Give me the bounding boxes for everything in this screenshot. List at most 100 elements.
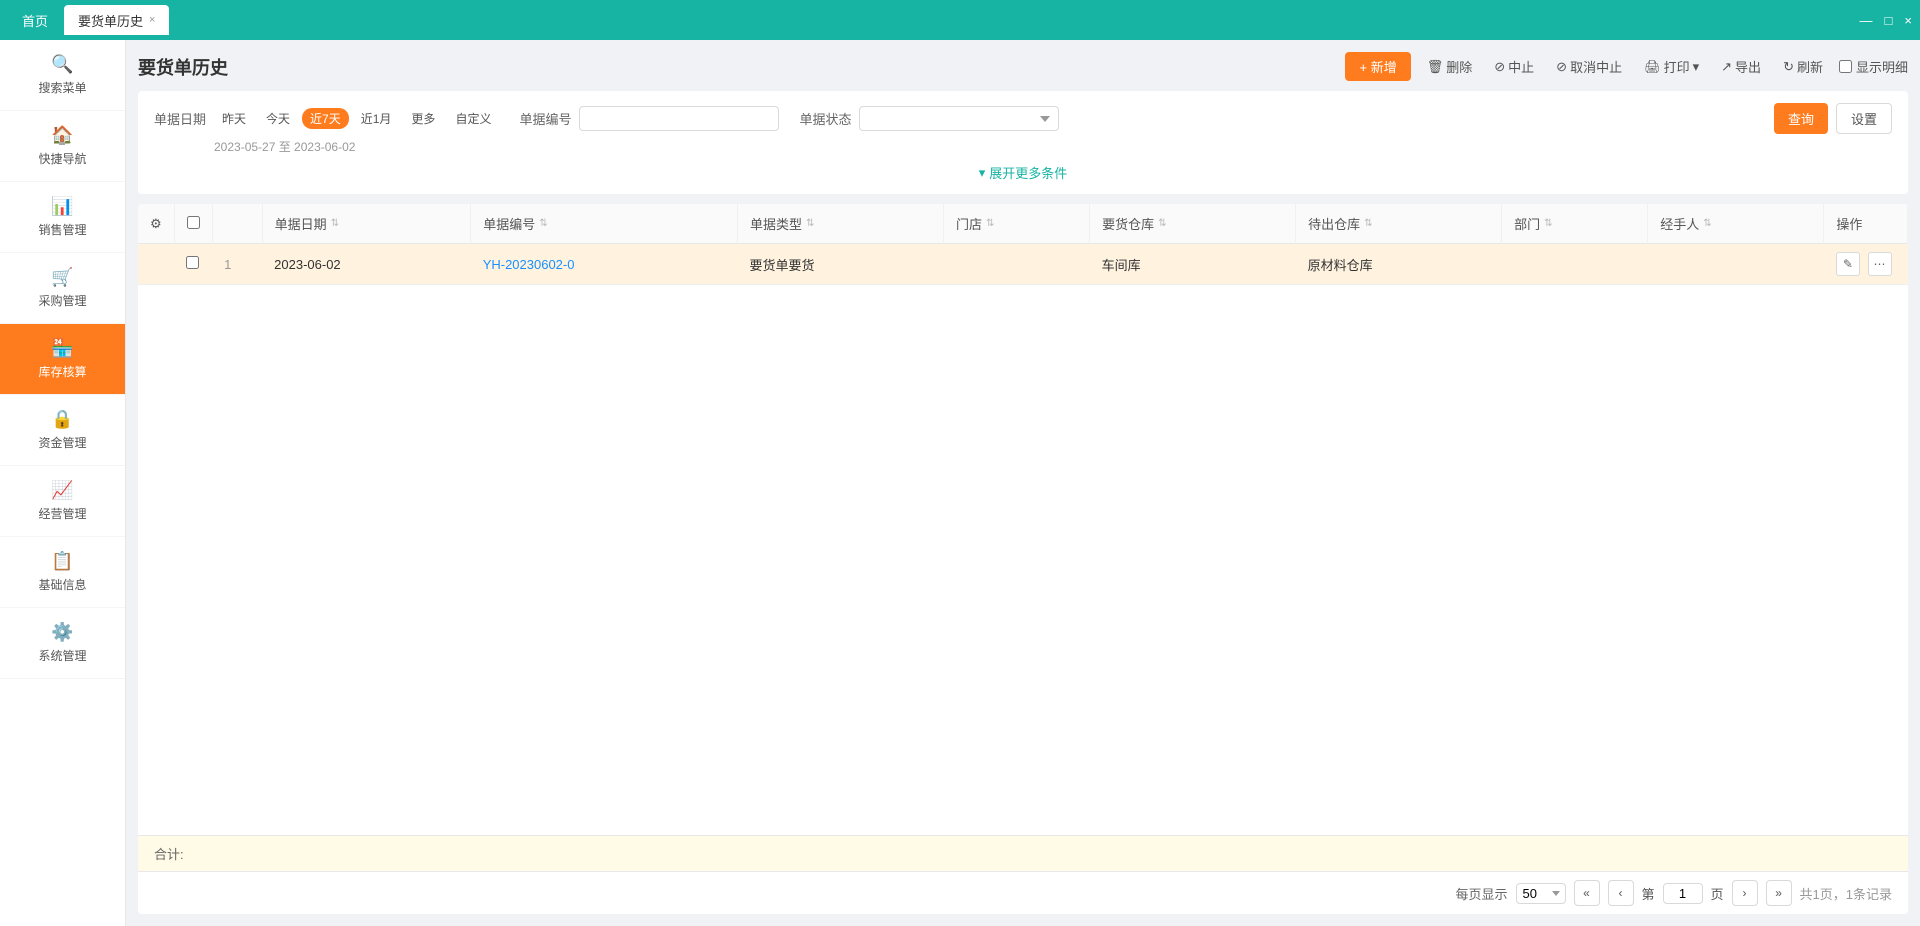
date-btn-yesterday[interactable]: 昨天 xyxy=(214,108,254,129)
td-store xyxy=(944,244,1090,285)
docstatus-filter-select[interactable] xyxy=(859,106,1059,131)
sidebar-item-inventory-calc[interactable]: 🏪 库存核算 xyxy=(0,324,125,395)
sidebar-item-asset-mgmt[interactable]: 🔒 资金管理 xyxy=(0,395,125,466)
sidebar-item-basic-info[interactable]: 📋 基础信息 xyxy=(0,537,125,608)
th-docno-label: 单据编号 xyxy=(483,214,535,233)
page-num-input[interactable] xyxy=(1663,883,1703,904)
docno-filter-input[interactable] xyxy=(579,106,779,131)
refresh-button[interactable]: ↻ 刷新 xyxy=(1777,53,1829,80)
date-btn-more[interactable]: 更多 xyxy=(403,108,443,129)
row-edit-button[interactable]: ✎ xyxy=(1836,252,1860,276)
tab-home-label: 首页 xyxy=(22,11,48,30)
td-checkbox[interactable] xyxy=(174,244,212,285)
sidebar: 🔍 搜索菜单 🏠 快捷导航 📊 销售管理 🛒 采购管理 🏪 库存核算 🔒 资金管… xyxy=(0,40,126,926)
th-pending-warehouse[interactable]: 待出仓库⇅ xyxy=(1296,204,1502,244)
summary-label: 合计: xyxy=(154,844,184,863)
main-layout: 🔍 搜索菜单 🏠 快捷导航 📊 销售管理 🛒 采购管理 🏪 库存核算 🔒 资金管… xyxy=(0,40,1920,926)
page-prev-button[interactable]: ‹ xyxy=(1608,880,1634,906)
td-pending-warehouse: 原材料仓库 xyxy=(1296,244,1502,285)
page-size-select[interactable]: 50 20 100 200 xyxy=(1516,883,1566,904)
th-date[interactable]: 单据日期⇅ xyxy=(262,204,471,244)
sort-handler-icon: ⇅ xyxy=(1703,218,1711,229)
query-button[interactable]: 查询 xyxy=(1774,103,1828,134)
select-all-checkbox[interactable] xyxy=(187,216,200,229)
expand-more-btn[interactable]: ▾ 展开更多条件 xyxy=(154,163,1892,182)
page-last-button[interactable]: » xyxy=(1766,880,1792,906)
th-store[interactable]: 门店⇅ xyxy=(944,204,1090,244)
row-more-button[interactable]: ⋯ xyxy=(1868,252,1892,276)
window-minimize[interactable]: — xyxy=(1860,13,1873,28)
display-detail-checkbox[interactable] xyxy=(1839,60,1852,73)
table-container: ⚙ 单据日期⇅ 单据编号⇅ 单 xyxy=(138,204,1908,914)
sidebar-item-search-menu[interactable]: 🔍 搜索菜单 xyxy=(0,40,125,111)
page-first-button[interactable]: « xyxy=(1574,880,1600,906)
sidebar-item-sales-mgmt[interactable]: 📊 销售管理 xyxy=(0,182,125,253)
print-icon: 🖨 xyxy=(1644,59,1661,75)
sales-mgmt-icon: 📊 xyxy=(51,196,73,217)
display-detail-label-text: 显示明细 xyxy=(1856,57,1908,76)
cancel-suspend-button[interactable]: ⊘ 取消中止 xyxy=(1550,53,1628,80)
th-num xyxy=(212,204,262,244)
window-close[interactable]: × xyxy=(1904,13,1912,28)
th-doctype[interactable]: 单据类型⇅ xyxy=(738,204,944,244)
sidebar-item-label: 搜索菜单 xyxy=(38,79,86,96)
th-handler[interactable]: 经手人⇅ xyxy=(1648,204,1824,244)
settings-button[interactable]: 设置 xyxy=(1836,103,1892,134)
sidebar-item-label: 资金管理 xyxy=(38,434,86,451)
export-label: 导出 xyxy=(1735,57,1761,76)
docno-filter-label: 单据编号 xyxy=(519,109,571,128)
suspend-button[interactable]: ⊘ 中止 xyxy=(1488,53,1540,80)
suspend-label: 中止 xyxy=(1508,57,1534,76)
tab-bar: 首页 要货单历史 × xyxy=(8,5,1860,35)
sort-req-warehouse-icon: ⇅ xyxy=(1158,218,1166,229)
expand-down-icon: ▾ xyxy=(979,165,986,181)
th-gear[interactable]: ⚙ xyxy=(138,204,174,244)
td-req-warehouse: 车间库 xyxy=(1090,244,1296,285)
system-mgmt-icon: ⚙️ xyxy=(51,622,73,643)
export-button[interactable]: ↗ 导出 xyxy=(1715,53,1767,80)
th-docno[interactable]: 单据编号⇅ xyxy=(471,204,738,244)
date-range-text: 2023-05-27 至 2023-06-02 xyxy=(214,138,1892,155)
th-checkbox[interactable] xyxy=(174,204,212,244)
tab-home[interactable]: 首页 xyxy=(8,5,62,35)
page-next-button[interactable]: › xyxy=(1732,880,1758,906)
row-checkbox[interactable] xyxy=(186,256,199,269)
sort-store-icon: ⇅ xyxy=(986,218,994,229)
page-title: 要货单历史 xyxy=(138,54,228,80)
sidebar-item-label: 经营管理 xyxy=(38,505,86,522)
date-btn-custom[interactable]: 自定义 xyxy=(447,108,499,129)
print-label: 打印 xyxy=(1664,57,1690,76)
delete-button[interactable]: 🗑 删除 xyxy=(1421,53,1479,80)
search-menu-icon: 🔍 xyxy=(51,54,73,75)
delete-icon: 🗑 xyxy=(1427,59,1444,75)
window-maximize[interactable]: □ xyxy=(1885,13,1893,28)
th-dept[interactable]: 部门⇅ xyxy=(1502,204,1648,244)
sidebar-item-purchase-mgmt[interactable]: 🛒 采购管理 xyxy=(0,253,125,324)
display-detail-toggle[interactable]: 显示明细 xyxy=(1839,57,1908,76)
th-req-warehouse[interactable]: 要货仓库⇅ xyxy=(1090,204,1296,244)
tab-requisition-history[interactable]: 要货单历史 × xyxy=(64,5,169,35)
sidebar-item-system-mgmt[interactable]: ⚙️ 系统管理 xyxy=(0,608,125,679)
sidebar-item-label: 基础信息 xyxy=(38,576,86,593)
docstatus-filter-label: 单据状态 xyxy=(799,109,851,128)
filter-area: 单据日期 昨天 今天 近7天 近1月 更多 自定义 单据编号 xyxy=(138,91,1908,194)
tab-requisition-label: 要货单历史 xyxy=(78,11,143,30)
sort-pending-warehouse-icon: ⇅ xyxy=(1364,218,1372,229)
top-bar: 首页 要货单历史 × — □ × xyxy=(0,0,1920,40)
tab-close-icon[interactable]: × xyxy=(149,14,155,26)
add-button[interactable]: + 新增 xyxy=(1345,52,1410,81)
date-btn-7days[interactable]: 近7天 xyxy=(302,108,349,129)
filter-row-1: 单据日期 昨天 今天 近7天 近1月 更多 自定义 单据编号 xyxy=(154,103,1892,134)
table-header-row: ⚙ 单据日期⇅ 单据编号⇅ 单 xyxy=(138,204,1908,244)
td-docno-link[interactable]: YH-20230602-0 xyxy=(483,257,575,272)
sidebar-item-quick-nav[interactable]: 🏠 快捷导航 xyxy=(0,111,125,182)
sidebar-item-label: 快捷导航 xyxy=(38,150,86,167)
print-button[interactable]: 🖨 打印 ▾ xyxy=(1638,53,1705,80)
docno-filter-group: 单据编号 xyxy=(519,106,779,131)
page-size-label: 每页显示 xyxy=(1455,884,1507,903)
date-btn-1month[interactable]: 近1月 xyxy=(353,108,400,129)
sidebar-item-label: 销售管理 xyxy=(38,221,86,238)
sidebar-item-label: 库存核算 xyxy=(38,363,86,380)
sidebar-item-operations-mgmt[interactable]: 📈 经营管理 xyxy=(0,466,125,537)
date-btn-today[interactable]: 今天 xyxy=(258,108,298,129)
